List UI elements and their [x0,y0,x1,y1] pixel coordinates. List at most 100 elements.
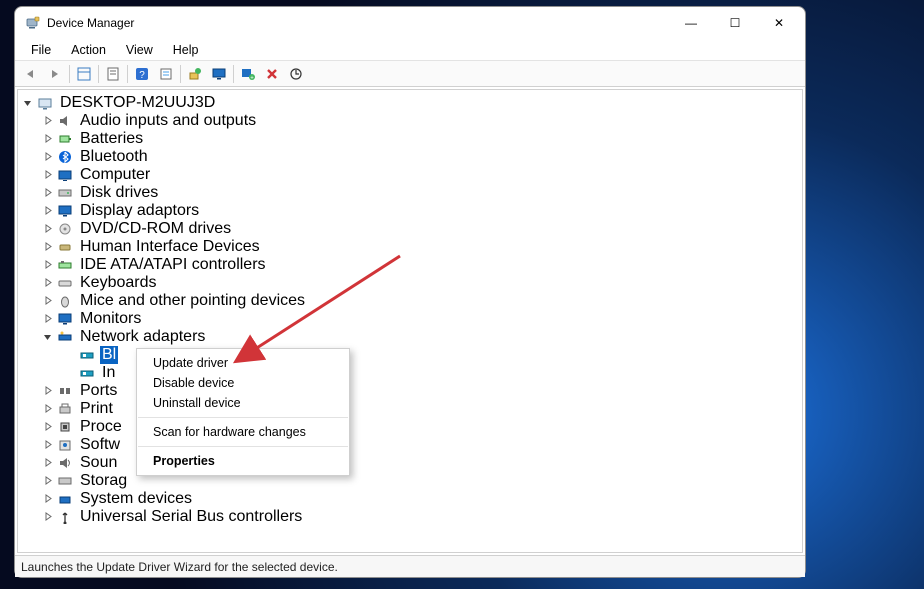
dvd-icon [56,221,74,237]
tree-category-dvd-icon[interactable]: DVD/CD-ROM drives [20,220,800,238]
update-driver-toolbar-button[interactable] [183,63,207,85]
expander-icon[interactable] [42,331,54,343]
context-menu-item[interactable]: Update driver [137,353,349,373]
close-button[interactable]: ✕ [757,8,801,38]
tree-category-bluetooth-icon[interactable]: Bluetooth [20,148,800,166]
tree-category-network-icon[interactable]: Network adapters [20,328,800,346]
tree-node-label: Universal Serial Bus controllers [78,508,304,526]
context-menu: Update driverDisable deviceUninstall dev… [136,348,350,476]
tree-category-mouse-icon[interactable]: Mice and other pointing devices [20,292,800,310]
back-button[interactable] [19,63,43,85]
tree-node-label: System devices [78,490,194,508]
tree-category-battery-icon[interactable]: Batteries [20,130,800,148]
expander-icon[interactable] [42,259,54,271]
expander-icon[interactable] [42,475,54,487]
toolbar: ? + [15,61,805,87]
expander-icon[interactable] [42,313,54,325]
expander-icon[interactable] [42,493,54,505]
expander-icon[interactable] [42,511,54,523]
expander-icon[interactable] [42,205,54,217]
expander-icon[interactable] [42,223,54,235]
expander-icon[interactable] [22,97,34,109]
status-bar: Launches the Update Driver Wizard for th… [15,555,805,577]
expander-icon[interactable] [42,241,54,253]
tree-category-keyboard-icon[interactable]: Keyboards [20,274,800,292]
expander-icon[interactable] [42,277,54,289]
titlebar[interactable]: Device Manager — ☐ ✕ [15,7,805,39]
menu-file[interactable]: File [21,41,61,59]
context-menu-separator [138,417,348,418]
monitor-cat-icon [56,311,74,327]
tree-node-label: DVD/CD-ROM drives [78,220,233,238]
device-tree-pane[interactable]: DESKTOP-M2UUJ3DAudio inputs and outputsB… [17,89,803,553]
tree-category-monitor-cat-icon[interactable]: Monitors [20,310,800,328]
expander-icon[interactable] [42,133,54,145]
expander-icon[interactable] [42,403,54,415]
events-toolbar-button[interactable] [154,63,178,85]
expander-icon[interactable] [42,187,54,199]
maximize-button[interactable]: ☐ [713,8,757,38]
tree-node-label: Computer [78,166,152,184]
tree-category-ide-icon[interactable]: IDE ATA/ATAPI controllers [20,256,800,274]
expander-icon[interactable] [42,169,54,181]
expander-icon[interactable] [42,457,54,469]
tree-node-label: IDE ATA/ATAPI controllers [78,256,268,274]
usb-icon [56,509,74,525]
tree-category-disk-icon[interactable]: Disk drives [20,184,800,202]
uninstall-toolbar-button[interactable] [260,63,284,85]
ide-icon [56,257,74,273]
desktop-icon [36,95,54,111]
expander-icon[interactable] [42,439,54,451]
storage-icon [56,473,74,489]
hid-icon [56,239,74,255]
add-legacy-toolbar-button[interactable]: + [236,63,260,85]
netcard-icon [78,347,96,363]
menu-help[interactable]: Help [163,41,209,59]
menubar: File Action View Help [15,39,805,61]
tree-category-system-icon[interactable]: System devices [20,490,800,508]
context-menu-separator [138,446,348,447]
sound-icon [56,455,74,471]
tree-node-label: Monitors [78,310,143,328]
disk-icon [56,185,74,201]
tree-node-label: Softw [78,436,122,454]
printer-icon [56,401,74,417]
scan-toolbar-button[interactable] [284,63,308,85]
context-menu-item[interactable]: Disable device [137,373,349,393]
context-menu-item[interactable]: Scan for hardware changes [137,422,349,442]
cpu-icon [56,419,74,435]
menu-action[interactable]: Action [61,41,116,59]
monitor-toolbar-button[interactable] [207,63,231,85]
mouse-icon [56,293,74,309]
context-menu-item[interactable]: Uninstall device [137,393,349,413]
expander-icon[interactable] [42,421,54,433]
tree-root-node[interactable]: DESKTOP-M2UUJ3D [20,94,800,112]
tree-category-computer-icon[interactable]: Computer [20,166,800,184]
status-text: Launches the Update Driver Wizard for th… [21,560,338,574]
expander-icon[interactable] [42,115,54,127]
tree-node-label: Bluetooth [78,148,150,166]
tree-node-label: Human Interface Devices [78,238,262,256]
tree-category-audio-icon[interactable]: Audio inputs and outputs [20,112,800,130]
software-icon [56,437,74,453]
context-menu-item[interactable]: Properties [137,451,349,471]
device-manager-window: Device Manager — ☐ ✕ File Action View He… [14,6,806,578]
keyboard-icon [56,275,74,291]
tree-node-label: Proce [78,418,124,436]
menu-view[interactable]: View [116,41,163,59]
expander-icon[interactable] [42,385,54,397]
netcard-icon [78,365,96,381]
tree-node-label: Display adaptors [78,202,201,220]
show-tree-button[interactable] [72,63,96,85]
tree-node-label: Storag [78,472,129,490]
minimize-button[interactable]: — [669,8,713,38]
tree-category-display-icon[interactable]: Display adaptors [20,202,800,220]
tree-category-usb-icon[interactable]: Universal Serial Bus controllers [20,508,800,526]
expander-icon[interactable] [42,295,54,307]
app-icon [25,15,41,31]
expander-icon[interactable] [42,151,54,163]
help-toolbar-button[interactable]: ? [130,63,154,85]
tree-category-hid-icon[interactable]: Human Interface Devices [20,238,800,256]
forward-button[interactable] [43,63,67,85]
properties-toolbar-button[interactable] [101,63,125,85]
